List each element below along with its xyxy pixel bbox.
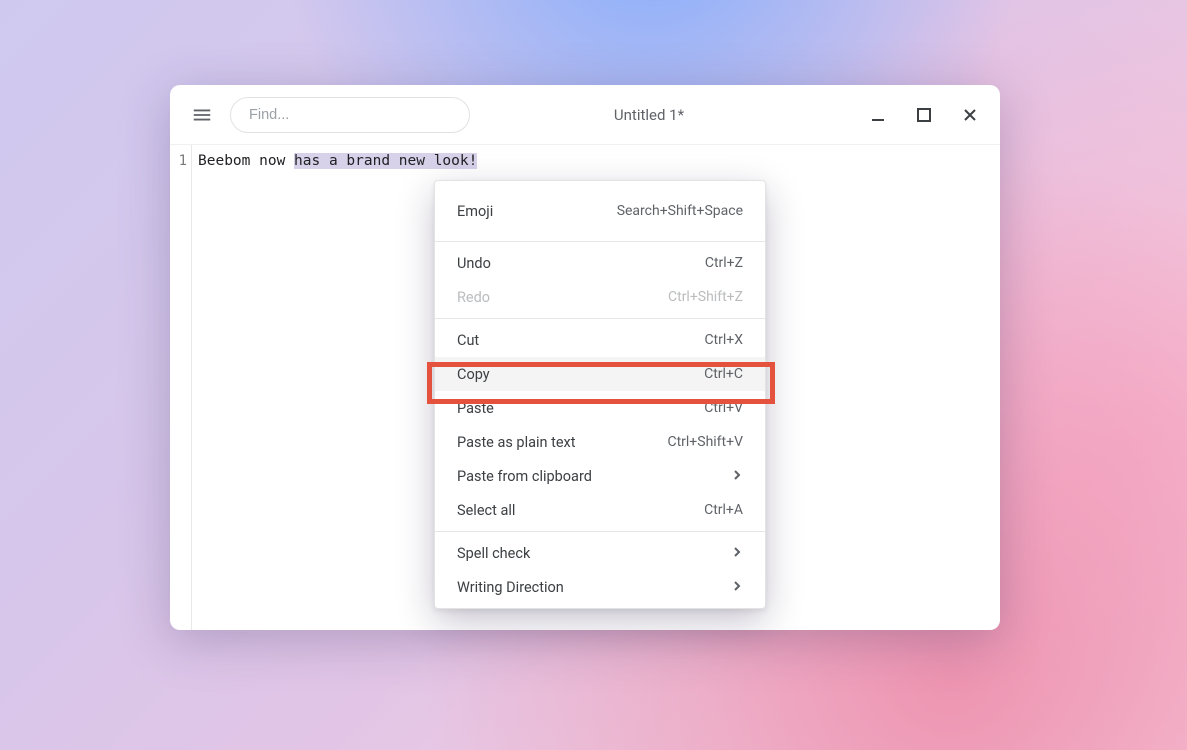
menu-item-emoji[interactable]: Emoji Search+Shift+Space xyxy=(435,185,765,237)
menu-item-spell-check[interactable]: Spell check xyxy=(435,536,765,570)
close-button[interactable] xyxy=(960,105,980,125)
maximize-button[interactable] xyxy=(914,105,934,125)
menu-item-paste[interactable]: Paste Ctrl+V xyxy=(435,391,765,425)
chevron-right-icon xyxy=(731,468,743,485)
hamburger-menu-icon[interactable] xyxy=(184,97,220,133)
menu-item-label: Paste as plain text xyxy=(457,434,576,451)
menu-item-copy[interactable]: Copy Ctrl+C xyxy=(435,357,765,391)
line-number-gutter: 1 xyxy=(170,145,192,630)
titlebar: Untitled 1* xyxy=(170,85,1000,145)
menu-item-cut[interactable]: Cut Ctrl+X xyxy=(435,323,765,357)
menu-item-shortcut: Ctrl+X xyxy=(704,332,743,348)
menu-item-shortcut: Ctrl+Shift+Z xyxy=(668,289,743,305)
menu-item-redo: Redo Ctrl+Shift+Z xyxy=(435,280,765,314)
menu-item-select-all[interactable]: Select all Ctrl+A xyxy=(435,493,765,527)
menu-item-label: Paste from clipboard xyxy=(457,468,592,485)
minimize-button[interactable] xyxy=(868,105,888,125)
menu-separator xyxy=(435,241,765,242)
menu-item-label: Paste xyxy=(457,400,494,417)
find-input[interactable] xyxy=(249,107,451,123)
menu-item-shortcut: Ctrl+V xyxy=(704,400,743,416)
menu-item-shortcut: Search+Shift+Space xyxy=(617,203,743,219)
line-text: Beebom now xyxy=(198,153,294,169)
document-title: Untitled 1* xyxy=(440,106,858,124)
menu-item-label: Redo xyxy=(457,289,490,306)
chevron-right-icon xyxy=(731,545,743,562)
menu-item-shortcut: Ctrl+Z xyxy=(705,255,743,271)
menu-item-paste-as-plain-text[interactable]: Paste as plain text Ctrl+Shift+V xyxy=(435,425,765,459)
chevron-right-icon xyxy=(731,579,743,596)
menu-item-shortcut: Ctrl+A xyxy=(704,502,743,518)
menu-item-label: Copy xyxy=(457,366,490,383)
menu-item-shortcut: Ctrl+Shift+V xyxy=(667,434,743,450)
menu-separator xyxy=(435,318,765,319)
menu-item-label: Writing Direction xyxy=(457,579,564,596)
menu-item-label: Cut xyxy=(457,332,479,349)
line-number: 1 xyxy=(170,153,187,169)
menu-separator xyxy=(435,531,765,532)
menu-item-label: Select all xyxy=(457,502,515,519)
menu-item-label: Undo xyxy=(457,255,491,272)
window-controls xyxy=(868,105,980,125)
menu-item-shortcut: Ctrl+C xyxy=(704,366,743,382)
selected-text: has a brand new look! xyxy=(294,153,477,169)
menu-item-writing-direction[interactable]: Writing Direction xyxy=(435,570,765,604)
find-field[interactable] xyxy=(230,97,470,133)
menu-item-label: Emoji xyxy=(457,203,493,220)
menu-item-undo[interactable]: Undo Ctrl+Z xyxy=(435,246,765,280)
menu-item-paste-from-clipboard[interactable]: Paste from clipboard xyxy=(435,459,765,493)
menu-item-label: Spell check xyxy=(457,545,530,562)
context-menu: Emoji Search+Shift+Space Undo Ctrl+Z Red… xyxy=(434,180,766,609)
